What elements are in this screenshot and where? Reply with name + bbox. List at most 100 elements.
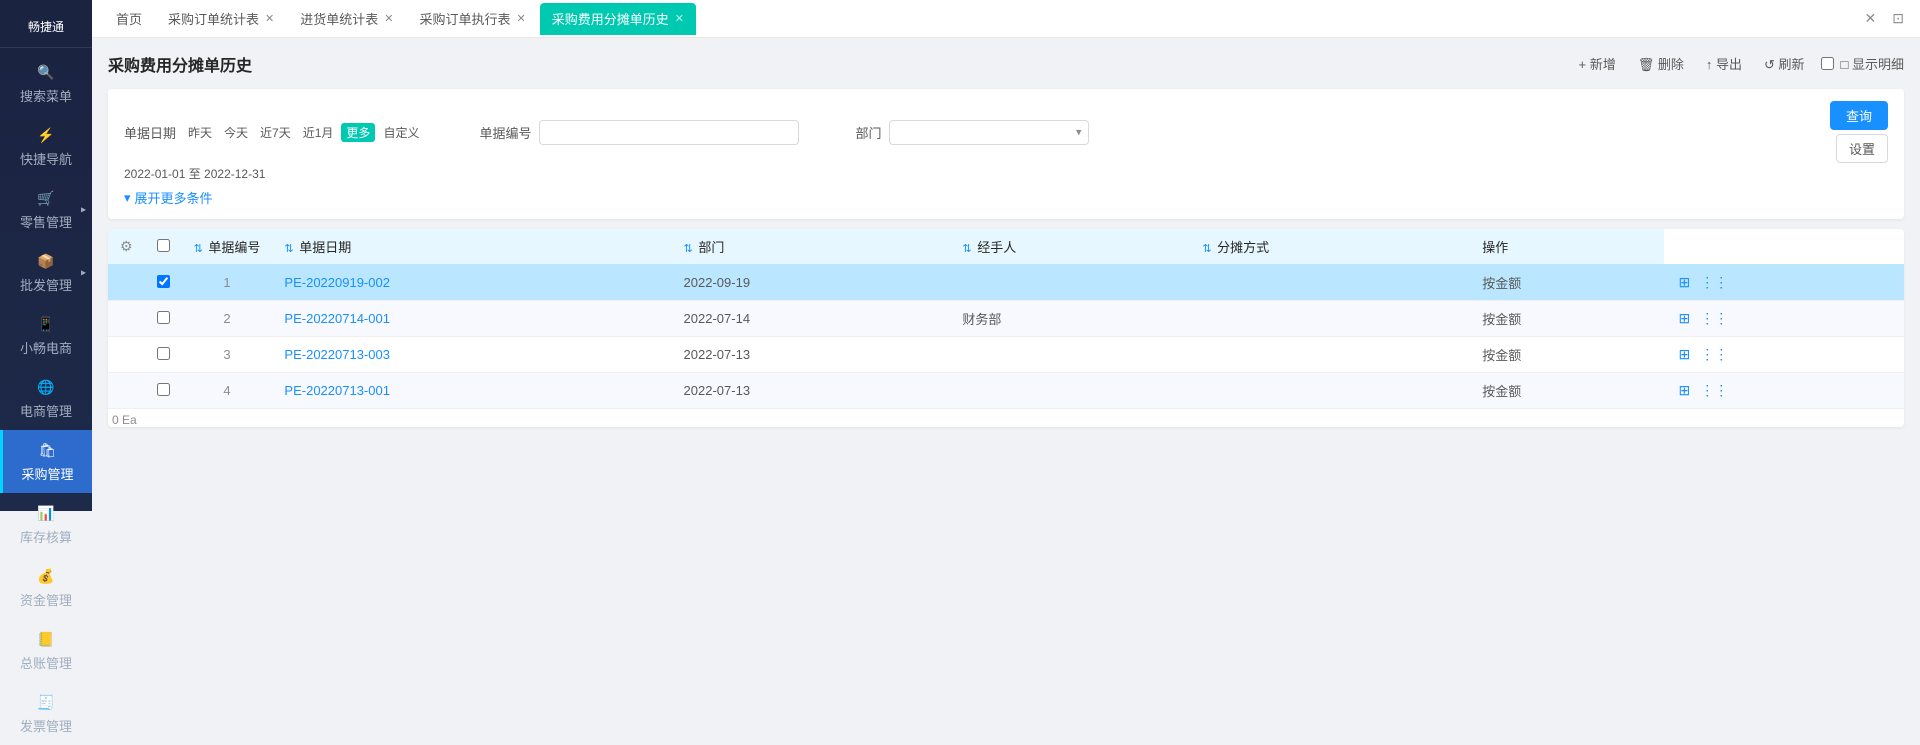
- date-range-display: 2022-01-01 至 2022-12-31: [124, 165, 1888, 182]
- row-handler-cell-2: [1190, 337, 1470, 373]
- expand-more-btn[interactable]: ▾ 展开更多条件: [124, 188, 1888, 207]
- sidebar-item-inventory[interactable]: 📊 库存核算: [0, 493, 92, 556]
- sidebar-item-wholesale[interactable]: 📦 批发管理 ▸: [0, 241, 92, 304]
- doc-no-sort-icon[interactable]: ⇅: [194, 243, 203, 255]
- row-actions-cell-2: ⊞ ⋮⋮: [1664, 337, 1904, 373]
- delete-button[interactable]: 🗑 删除: [1632, 50, 1690, 77]
- row-more-icon-2[interactable]: ⋮⋮: [1698, 344, 1730, 365]
- sidebar-item-search[interactable]: 🔍 搜索菜单: [0, 52, 92, 115]
- row-doc-no-link-1[interactable]: PE-20220714-001: [284, 311, 390, 326]
- dept-sort-icon[interactable]: ⇅: [684, 243, 693, 255]
- row-alloc-cell-2: 按金额: [1470, 337, 1664, 373]
- tab-close-purchase-incoming[interactable]: ✕: [384, 12, 393, 25]
- more-shortcut[interactable]: 更多: [341, 123, 375, 142]
- tab-close-purchase-history[interactable]: ✕: [675, 12, 684, 25]
- month-shortcut[interactable]: 近1月: [299, 123, 338, 142]
- today-shortcut[interactable]: 今天: [220, 123, 252, 142]
- row-checkbox-0[interactable]: [157, 275, 170, 288]
- sidebar-logo: 畅捷通: [0, 10, 92, 48]
- query-button[interactable]: 查询: [1830, 101, 1888, 130]
- display-checkbox[interactable]: [1821, 57, 1834, 70]
- tab-label-purchase-incoming: 进货单统计表: [300, 9, 378, 28]
- sidebar-icon-inventory: 📊: [36, 503, 56, 523]
- row-handler-cell-0: [1190, 265, 1470, 301]
- sidebar-icon-mini: 📱: [36, 314, 56, 334]
- custom-shortcut[interactable]: 自定义: [379, 123, 423, 142]
- checkbox-column-header: [145, 229, 182, 265]
- close-window-icon[interactable]: ✕: [1861, 8, 1881, 29]
- row-view-icon-3[interactable]: ⊞: [1676, 380, 1692, 401]
- alloc-sort-icon[interactable]: ⇅: [1202, 243, 1211, 255]
- dept-column-header: ⇅ 部门: [672, 229, 951, 265]
- header-actions: + 新增 🗑 删除 ↑ 导出 ↺ 刷新 □ 显示明细: [1573, 50, 1904, 77]
- row-checkbox-2[interactable]: [157, 347, 170, 360]
- tab-purchase-history[interactable]: 采购费用分摊单历史 ✕: [540, 3, 696, 35]
- sidebar-item-ecommerce[interactable]: 🌐 电商管理: [0, 367, 92, 430]
- tab-close-purchase-exec[interactable]: ✕: [517, 12, 526, 25]
- dept-select[interactable]: 财务部: [889, 120, 1089, 145]
- sidebar-icon-search: 🔍: [36, 62, 56, 82]
- sidebar-item-invoice[interactable]: 🧾 发票管理: [0, 682, 92, 745]
- yesterday-shortcut[interactable]: 昨天: [184, 123, 216, 142]
- setting-button[interactable]: 设置: [1836, 134, 1888, 163]
- tab-purchase-exec[interactable]: 采购订单执行表 ✕: [407, 3, 537, 35]
- settings-column-header: ⚙: [108, 229, 145, 265]
- table-row: 4 PE-20220713-001 2022-07-13 按金额 ⊞ ⋮⋮: [108, 373, 1904, 409]
- sidebar-icon-invoice: 🧾: [36, 692, 56, 712]
- sidebar-item-purchase[interactable]: 🛍 采购管理: [0, 430, 92, 493]
- sidebar-item-finance[interactable]: 💰 资金管理: [0, 556, 92, 619]
- sidebar-icon-purchase: 🛍: [38, 440, 58, 460]
- dept-filter: 部门 财务部 ▾: [855, 120, 1089, 145]
- date-filter-label: 单据日期: [124, 123, 176, 142]
- sidebar-item-mini[interactable]: 📱 小畅电商: [0, 304, 92, 367]
- sidebar-arrow-wholesale: ▸: [81, 267, 86, 278]
- row-view-icon-2[interactable]: ⊞: [1676, 344, 1692, 365]
- sidebar-label-ecommerce: 电商管理: [20, 401, 72, 420]
- row-gear-col-3: [108, 373, 145, 409]
- row-doc-no-link-3[interactable]: PE-20220713-001: [284, 383, 390, 398]
- sidebar-icon-ledger: 📒: [36, 629, 56, 649]
- page-content: 采购费用分摊单历史 + 新增 🗑 删除 ↑ 导出 ↺ 刷新 □ 显示明细 单据日…: [92, 38, 1920, 511]
- row-more-icon-0[interactable]: ⋮⋮: [1698, 272, 1730, 293]
- display-toggle[interactable]: □ 显示明细: [1821, 54, 1904, 73]
- sidebar-label-mini: 小畅电商: [20, 338, 72, 357]
- tab-purchase-incoming[interactable]: 进货单统计表 ✕: [288, 3, 405, 35]
- row-checkbox-1[interactable]: [157, 311, 170, 324]
- tab-home[interactable]: 首页: [104, 3, 154, 35]
- row-gear-col-1: [108, 301, 145, 337]
- week-shortcut[interactable]: 近7天: [256, 123, 295, 142]
- export-button[interactable]: ↑ 导出: [1700, 50, 1748, 77]
- doc-no-input[interactable]: [539, 120, 799, 145]
- row-more-icon-1[interactable]: ⋮⋮: [1698, 308, 1730, 329]
- actions-column-header: 操作: [1470, 229, 1664, 265]
- sidebar-icon-finance: 💰: [36, 566, 56, 586]
- row-doc-no-link-2[interactable]: PE-20220713-003: [284, 347, 390, 362]
- sidebar-item-shortcut[interactable]: ⚡ 快捷导航: [0, 115, 92, 178]
- sidebar-label-shortcut: 快捷导航: [20, 149, 72, 168]
- doc-date-sort-icon[interactable]: ⇅: [284, 243, 293, 255]
- row-view-icon-1[interactable]: ⊞: [1676, 308, 1692, 329]
- doc-no-column-header: ⇅ 单据编号: [182, 229, 273, 265]
- refresh-button[interactable]: ↺ 刷新: [1758, 50, 1811, 77]
- row-actions-cell-0: ⊞ ⋮⋮: [1664, 265, 1904, 301]
- sidebar-item-retail[interactable]: 🛒 零售管理 ▸: [0, 178, 92, 241]
- row-doc-no-link-0[interactable]: PE-20220919-002: [284, 275, 390, 290]
- handler-sort-icon[interactable]: ⇅: [962, 243, 971, 255]
- tab-close-purchase-stat[interactable]: ✕: [265, 12, 274, 25]
- tab-purchase-stat[interactable]: 采购订单统计表 ✕: [156, 3, 286, 35]
- maximize-window-icon[interactable]: ⊡: [1888, 8, 1908, 29]
- main-area: 首页 采购订单统计表 ✕进货单统计表 ✕采购订单执行表 ✕采购费用分摊单历史 ✕…: [92, 0, 1920, 511]
- doc-no-column-label: 单据编号: [208, 240, 260, 255]
- column-settings-icon[interactable]: ⚙: [120, 238, 133, 254]
- row-date-cell-1: 2022-07-14: [672, 301, 951, 337]
- row-number-1: 2: [182, 301, 273, 337]
- date-shortcuts: 昨天 今天 近7天 近1月 更多 自定义: [184, 123, 423, 142]
- row-more-icon-3[interactable]: ⋮⋮: [1698, 380, 1730, 401]
- alloc-method-column-label: 分摊方式: [1217, 240, 1269, 255]
- sidebar-item-ledger[interactable]: 📒 总账管理: [0, 619, 92, 682]
- sidebar-label-retail: 零售管理: [20, 212, 72, 231]
- row-view-icon-0[interactable]: ⊞: [1676, 272, 1692, 293]
- add-button[interactable]: + 新增: [1573, 50, 1622, 77]
- row-checkbox-3[interactable]: [157, 383, 170, 396]
- select-all-checkbox[interactable]: [157, 239, 170, 252]
